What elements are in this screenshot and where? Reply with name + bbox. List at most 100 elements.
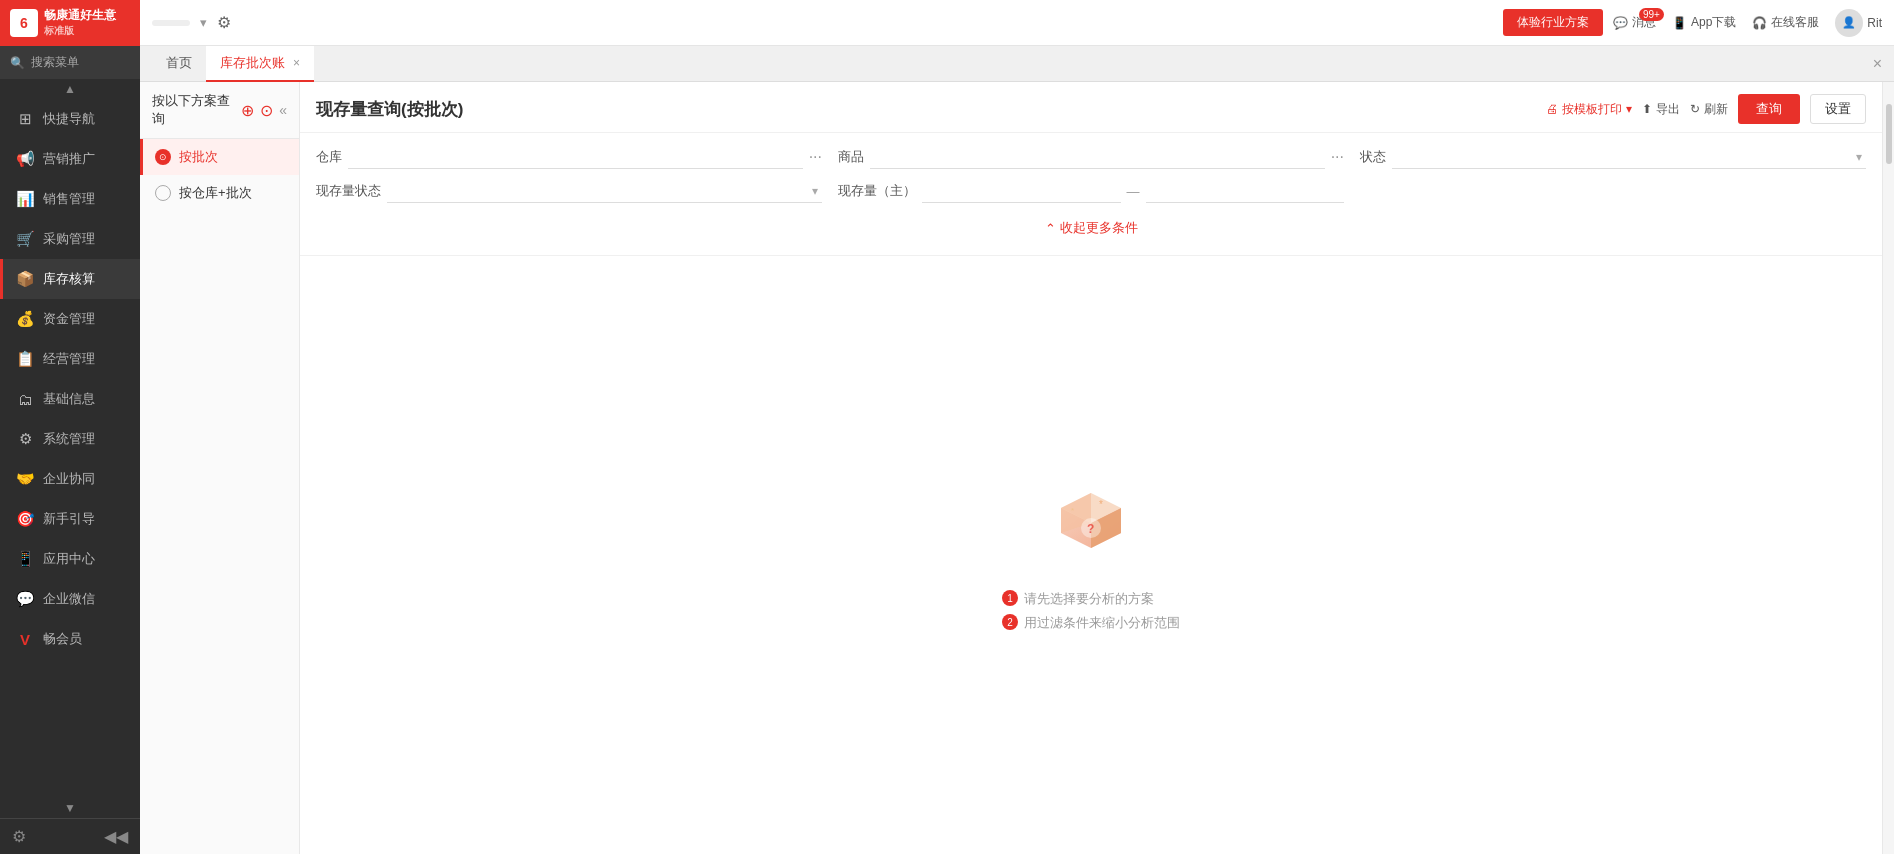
export-action[interactable]: ⬆ 导出 bbox=[1642, 101, 1680, 118]
quantity-dash: — bbox=[1127, 184, 1140, 199]
warehouse-input[interactable] bbox=[348, 145, 803, 169]
user-profile-action[interactable]: 👤 Rit bbox=[1835, 9, 1882, 37]
collapse-label: 收起更多条件 bbox=[1060, 219, 1138, 237]
export-label: 导出 bbox=[1656, 101, 1680, 118]
product-more-icon[interactable]: ··· bbox=[1331, 148, 1344, 166]
print-icon: 🖨 bbox=[1546, 102, 1558, 116]
sidebar: 6 畅康通好生意 标准版 🔍 搜索菜单 ▲ ⊞ 快捷导航 📢 营销推广 📊 销售… bbox=[0, 0, 140, 854]
sidebar-item-app-center[interactable]: 📱 应用中心 bbox=[0, 539, 140, 579]
app-logo: 6 bbox=[10, 9, 38, 37]
collapse-icon: ⌃ bbox=[1045, 221, 1056, 236]
print-action[interactable]: 🖨 按模板打印 ▾ bbox=[1546, 101, 1632, 118]
sidebar-footer: ⚙ ◀◀ bbox=[0, 818, 140, 854]
tip-num-1: 1 bbox=[1002, 590, 1018, 606]
sidebar-item-basic[interactable]: 🗂 基础信息 bbox=[0, 379, 140, 419]
sidebar-item-cooperation[interactable]: 🤝 企业协同 bbox=[0, 459, 140, 499]
customer-service-label: 在线客服 bbox=[1771, 14, 1819, 31]
sidebar-item-label: 系统管理 bbox=[43, 430, 95, 448]
customer-service-action[interactable]: 🎧 在线客服 bbox=[1752, 14, 1819, 31]
scheme-item-by-warehouse-batch[interactable]: 按仓库+批次 bbox=[140, 175, 299, 211]
sidebar-item-label: 库存核算 bbox=[43, 270, 95, 288]
right-panel: 现存量查询(按批次) 🖨 按模板打印 ▾ ⬆ 导出 ↻ 刷新 bbox=[300, 82, 1882, 854]
sidebar-item-finance[interactable]: 💰 资金管理 bbox=[0, 299, 140, 339]
inventory-icon: 📦 bbox=[15, 269, 35, 289]
sidebar-item-label: 新手引导 bbox=[43, 510, 95, 528]
scheme-panel: 按以下方案查询 ⊕ ⊙ « ⊙ 按批次 按仓库+批次 bbox=[140, 82, 300, 854]
sidebar-item-purchase[interactable]: 🛒 采购管理 bbox=[0, 219, 140, 259]
page-header-actions: 🖨 按模板打印 ▾ ⬆ 导出 ↻ 刷新 查询 设置 bbox=[1546, 94, 1866, 124]
message-action[interactable]: 💬 消息 99+ bbox=[1613, 14, 1656, 31]
add-scheme-icon[interactable]: ⊕ bbox=[241, 101, 254, 120]
empty-tip-2: 2 用过滤条件来缩小分析范围 bbox=[1002, 614, 1180, 632]
app-name: 畅康通好生意 bbox=[44, 8, 116, 24]
filter-warehouse: 仓库 ··· bbox=[316, 145, 822, 169]
export-icon: ⬆ bbox=[1642, 102, 1652, 116]
print-dropdown-icon[interactable]: ▾ bbox=[1626, 102, 1632, 116]
app-download-label: App下载 bbox=[1691, 14, 1736, 31]
scheme-settings-icon[interactable]: ⊙ bbox=[260, 101, 273, 120]
sidebar-item-label: 快捷导航 bbox=[43, 110, 95, 128]
operation-icon: 📋 bbox=[15, 349, 35, 369]
sidebar-item-quick-nav[interactable]: ⊞ 快捷导航 bbox=[0, 99, 140, 139]
sidebar-scroll-down[interactable]: ▼ bbox=[0, 798, 140, 818]
tab-home[interactable]: 首页 bbox=[152, 46, 206, 82]
marketing-icon: 📢 bbox=[15, 149, 35, 169]
sidebar-item-guide[interactable]: 🎯 新手引导 bbox=[0, 499, 140, 539]
inventory-quantity-label: 现存量（主） bbox=[838, 182, 916, 200]
search-icon: 🔍 bbox=[10, 56, 25, 70]
sidebar-nav: ⊞ 快捷导航 📢 营销推广 📊 销售管理 🛒 采购管理 📦 库存核算 💰 资金管… bbox=[0, 99, 140, 798]
topbar-settings-icon[interactable]: ⚙ bbox=[217, 13, 231, 32]
refresh-label: 刷新 bbox=[1704, 101, 1728, 118]
tip-text-2: 用过滤条件来缩小分析范围 bbox=[1024, 614, 1180, 632]
right-scrollbar[interactable] bbox=[1882, 82, 1894, 854]
topbar: ▾ ⚙ 体验行业方案 💬 消息 99+ 📱 App下载 🎧 在线客服 👤 bbox=[140, 0, 1894, 46]
warehouse-label: 仓库 bbox=[316, 148, 342, 166]
scheme-label: 按仓库+批次 bbox=[179, 184, 252, 202]
sidebar-item-member[interactable]: V 畅会员 bbox=[0, 619, 140, 659]
sidebar-item-label: 企业协同 bbox=[43, 470, 95, 488]
settings-button[interactable]: 设置 bbox=[1810, 94, 1866, 124]
system-icon: ⚙ bbox=[15, 429, 35, 449]
tab-close-icon[interactable]: × bbox=[293, 56, 300, 70]
sidebar-item-system[interactable]: ⚙ 系统管理 bbox=[0, 419, 140, 459]
collapse-sidebar-icon[interactable]: ◀◀ bbox=[104, 827, 128, 846]
warehouse-more-icon[interactable]: ··· bbox=[809, 148, 822, 166]
inventory-quantity-min-input[interactable] bbox=[922, 179, 1121, 203]
avatar-initials: 👤 bbox=[1842, 16, 1856, 29]
sidebar-item-operation[interactable]: 📋 经营管理 bbox=[0, 339, 140, 379]
filter-inventory-quantity: 现存量（主） — bbox=[838, 179, 1344, 203]
svg-text:*: * bbox=[1071, 506, 1074, 515]
app-download-action[interactable]: 📱 App下载 bbox=[1672, 14, 1736, 31]
tab-inventory-batch[interactable]: 库存批次账 × bbox=[206, 46, 314, 82]
trial-button[interactable]: 体验行业方案 bbox=[1503, 9, 1603, 36]
settings-footer-icon[interactable]: ⚙ bbox=[12, 827, 26, 846]
scheme-item-by-batch[interactable]: ⊙ 按批次 bbox=[140, 139, 299, 175]
avatar: 👤 bbox=[1835, 9, 1863, 37]
refresh-action[interactable]: ↻ 刷新 bbox=[1690, 101, 1728, 118]
breadcrumb-dropdown-icon[interactable]: ▾ bbox=[200, 15, 207, 30]
empty-illustration: ? * * bbox=[1041, 478, 1141, 578]
sidebar-item-label: 经营管理 bbox=[43, 350, 95, 368]
sidebar-item-label: 应用中心 bbox=[43, 550, 95, 568]
tab-panel-close-icon[interactable]: × bbox=[1873, 55, 1882, 73]
status-label: 状态 bbox=[1360, 148, 1386, 166]
inventory-quantity-max-input[interactable] bbox=[1146, 179, 1345, 203]
sidebar-item-inventory[interactable]: 📦 库存核算 bbox=[0, 259, 140, 299]
status-select[interactable]: 全部 启用 停用 bbox=[1392, 145, 1866, 168]
sidebar-search[interactable]: 🔍 搜索菜单 bbox=[0, 46, 140, 79]
sidebar-scroll-up[interactable]: ▲ bbox=[0, 79, 140, 99]
collapse-more-conditions[interactable]: ⌃ 收起更多条件 bbox=[316, 213, 1866, 243]
sidebar-item-sales[interactable]: 📊 销售管理 bbox=[0, 179, 140, 219]
empty-tips: 1 请先选择要分析的方案 2 用过滤条件来缩小分析范围 bbox=[1002, 590, 1180, 632]
sidebar-item-marketing[interactable]: 📢 营销推广 bbox=[0, 139, 140, 179]
filter-status: 状态 全部 启用 停用 ▾ bbox=[1360, 145, 1866, 169]
scheme-collapse-icon[interactable]: « bbox=[279, 102, 287, 118]
sidebar-item-wechat[interactable]: 💬 企业微信 bbox=[0, 579, 140, 619]
main-area: ▾ ⚙ 体验行业方案 💬 消息 99+ 📱 App下载 🎧 在线客服 👤 bbox=[140, 0, 1894, 854]
sidebar-search-label: 搜索菜单 bbox=[31, 54, 79, 71]
topbar-actions: 💬 消息 99+ 📱 App下载 🎧 在线客服 👤 Rit bbox=[1613, 9, 1882, 37]
scheme-dot-active: ⊙ bbox=[155, 149, 171, 165]
product-input[interactable] bbox=[870, 145, 1325, 169]
inventory-status-select[interactable]: 全部 有库存 无库存 bbox=[387, 179, 822, 202]
query-button[interactable]: 查询 bbox=[1738, 94, 1800, 124]
